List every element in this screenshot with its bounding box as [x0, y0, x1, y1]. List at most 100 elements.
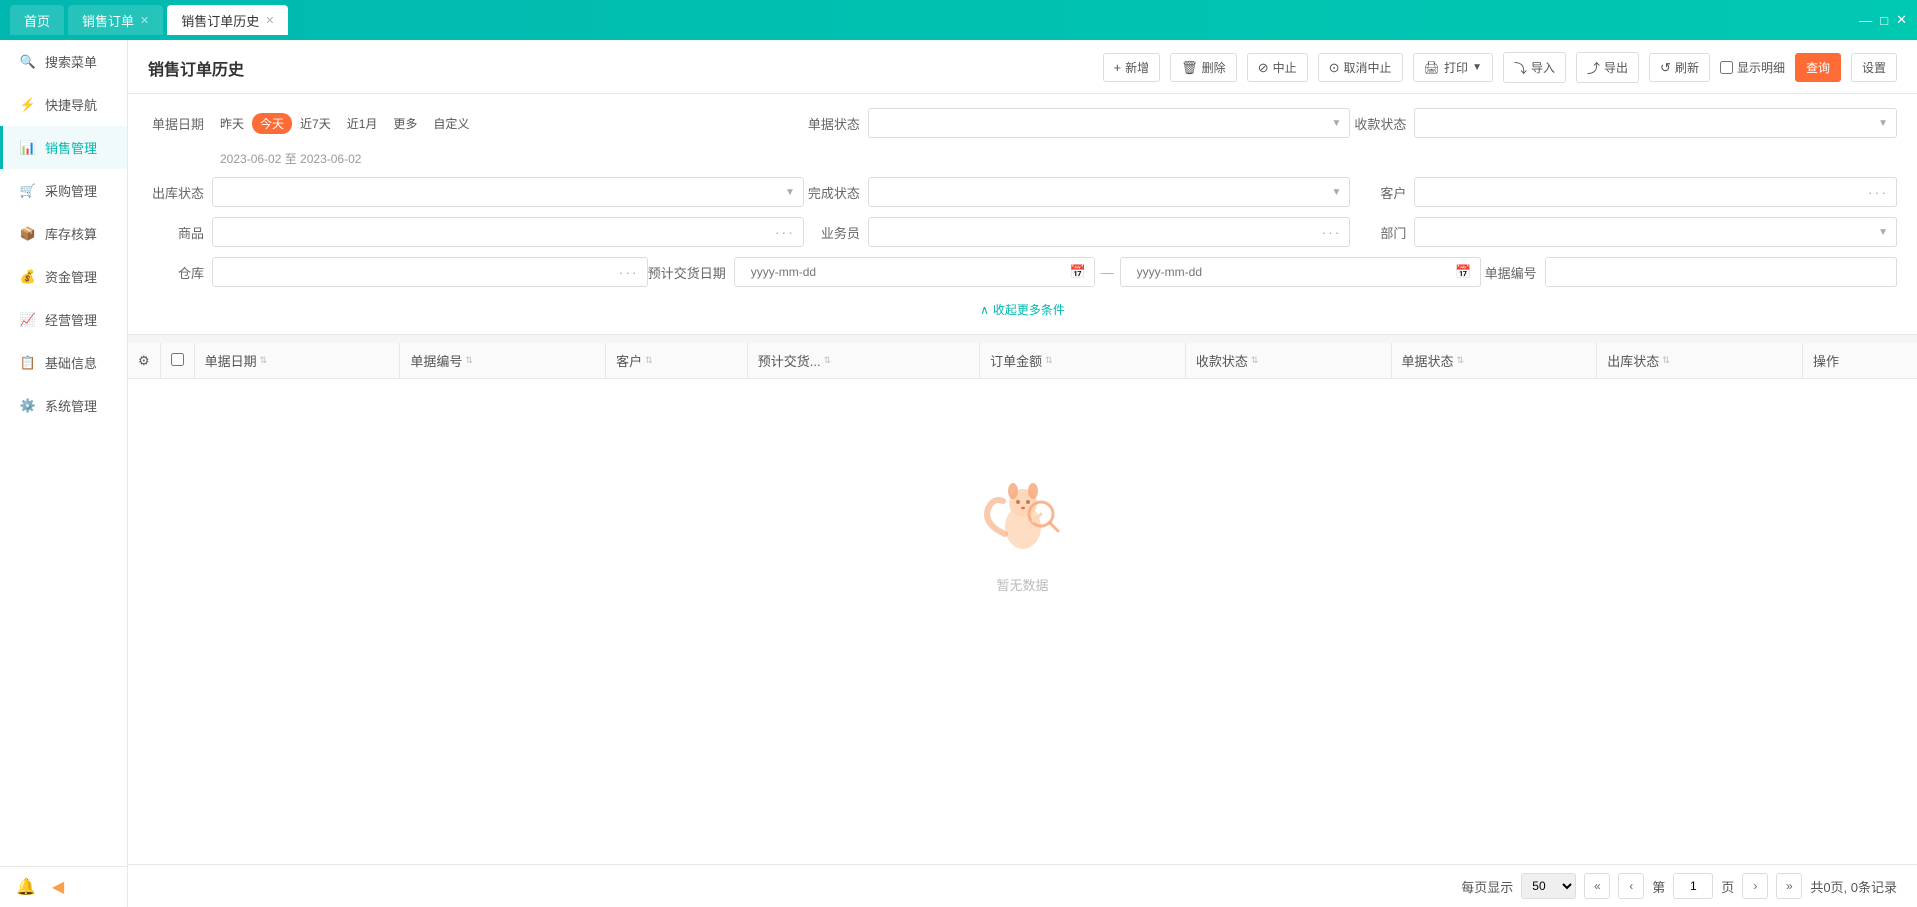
department-select[interactable]: ▼	[1414, 217, 1897, 247]
date-yesterday[interactable]: 昨天	[212, 113, 252, 134]
cancel-stop-label: 取消中止	[1344, 59, 1392, 76]
select-all-checkbox[interactable]	[171, 353, 184, 366]
table-area: ⚙ 单据日期 ⇅ 单据编号	[128, 343, 1917, 864]
tab-sales-order-label: 销售订单	[82, 11, 134, 30]
expected-date-sort-icon: ⇅	[824, 355, 832, 366]
add-button[interactable]: + 新增	[1103, 53, 1161, 82]
sidebar-item-base-info[interactable]: 📋 基础信息	[0, 341, 127, 384]
col-expected-date[interactable]: 预计交货... ⇅	[747, 343, 979, 379]
shipment-status-select[interactable]: ▼	[212, 177, 804, 207]
last-page-icon: »	[1786, 879, 1793, 893]
filter-area: 单据日期 昨天 今天 近7天 近1月 更多 自定义 单据状态	[128, 94, 1917, 335]
sidebar-item-quick-nav[interactable]: ⚡ 快捷导航	[0, 83, 127, 126]
payment-status-chevron: ▼	[1878, 118, 1888, 129]
prev-page-icon: ‹	[1629, 879, 1633, 893]
stop-button[interactable]: ⊘ 中止	[1247, 53, 1308, 82]
tab-home[interactable]: 首页	[10, 5, 64, 35]
tab-home-label: 首页	[24, 11, 50, 30]
customer-sort-icon: ⇅	[645, 355, 653, 366]
filter-expected-date: 预计交货日期 📅 — 📅	[648, 257, 1481, 287]
first-page-button[interactable]: «	[1584, 873, 1610, 899]
finance-icon: 💰	[19, 268, 37, 286]
notification-icon[interactable]: 🔔	[16, 877, 36, 897]
col-order-no[interactable]: 单据编号 ⇅	[400, 343, 606, 379]
customer-input[interactable]	[1423, 178, 1868, 206]
tab-sales-order-history-close[interactable]: ✕	[265, 14, 274, 27]
expected-date-from-input[interactable]	[743, 258, 1070, 286]
date-custom[interactable]: 自定义	[425, 113, 477, 134]
collapse-sidebar-icon[interactable]: ◀	[52, 877, 64, 897]
maximize-btn[interactable]: □	[1880, 13, 1888, 28]
col-payment-status[interactable]: 收款状态 ⇅	[1185, 343, 1391, 379]
col-order-date-label: 单据日期	[205, 351, 257, 370]
sidebar-item-system[interactable]: ⚙️ 系统管理	[0, 384, 127, 427]
order-no-label: 单据编号	[1481, 263, 1537, 282]
order-no-sort-icon: ⇅	[465, 355, 473, 366]
total-records: 共0页, 0条记录	[1810, 877, 1897, 896]
product-more-icon[interactable]: ···	[775, 224, 795, 240]
page-number-input[interactable]	[1673, 873, 1713, 899]
last-page-button[interactable]: »	[1776, 873, 1802, 899]
add-icon: +	[1114, 60, 1122, 75]
collapse-bar[interactable]: ∧ 收起更多条件	[148, 297, 1897, 320]
col-order-status[interactable]: 单据状态 ⇅	[1391, 343, 1597, 379]
import-button[interactable]: ⤵ 导入	[1503, 52, 1566, 83]
per-page-select[interactable]: 50 10 20 100	[1521, 873, 1576, 899]
delete-button[interactable]: 🗑 删除	[1170, 53, 1237, 82]
filter-payment-status: 收款状态 ▼	[1350, 108, 1897, 138]
order-status-select[interactable]: ▼	[868, 108, 1351, 138]
cancel-stop-button[interactable]: ⊙ 取消中止	[1318, 53, 1403, 82]
order-amount-sort-icon: ⇅	[1045, 355, 1053, 366]
payment-status-select[interactable]: ▼	[1414, 108, 1897, 138]
product-input[interactable]	[221, 218, 775, 246]
col-shipment-status[interactable]: 出库状态 ⇅	[1597, 343, 1803, 379]
date-last7[interactable]: 近7天	[292, 113, 339, 134]
completion-status-label: 完成状态	[804, 183, 860, 202]
expected-date-to-input[interactable]	[1129, 258, 1456, 286]
order-no-input[interactable]	[1545, 257, 1897, 287]
col-order-amount[interactable]: 订单金额 ⇅	[980, 343, 1186, 379]
warehouse-more-icon[interactable]: ···	[619, 264, 639, 280]
export-button[interactable]: ⤴ 导出	[1576, 52, 1639, 83]
sidebar-item-inventory[interactable]: 📦 库存核算	[0, 212, 127, 255]
sidebar-item-operations[interactable]: 📈 经营管理	[0, 298, 127, 341]
customer-more-icon[interactable]: ···	[1868, 184, 1888, 200]
sidebar-item-sales[interactable]: 📊 销售管理	[0, 126, 127, 169]
tab-sales-order[interactable]: 销售订单 ✕	[68, 5, 163, 35]
close-btn[interactable]: ✕	[1896, 12, 1907, 28]
minimize-btn[interactable]: —	[1859, 13, 1872, 28]
next-page-button[interactable]: ›	[1742, 873, 1768, 899]
date-more[interactable]: 更多	[385, 113, 425, 134]
calendar-to-icon[interactable]: 📅	[1455, 264, 1471, 280]
warehouse-input[interactable]	[221, 258, 619, 286]
col-operation-label: 操作	[1813, 354, 1839, 369]
col-customer[interactable]: 客户 ⇅	[606, 343, 748, 379]
salesperson-input[interactable]	[877, 218, 1322, 246]
department-chevron: ▼	[1878, 227, 1888, 238]
date-today[interactable]: 今天	[252, 113, 292, 134]
sidebar-item-search[interactable]: 🔍 搜索菜单	[0, 40, 127, 83]
refresh-button[interactable]: ↺ 刷新	[1649, 53, 1710, 82]
display-detail-checkbox[interactable]	[1720, 61, 1733, 74]
calendar-from-icon[interactable]: 📅	[1069, 264, 1085, 280]
completion-status-select[interactable]: ▼	[868, 177, 1351, 207]
salesperson-more-icon[interactable]: ···	[1321, 224, 1341, 240]
prev-page-button[interactable]: ‹	[1618, 873, 1644, 899]
page-title: 销售订单历史	[148, 56, 244, 80]
tab-sales-order-close[interactable]: ✕	[140, 14, 149, 27]
print-button[interactable]: 🖨 打印 ▼	[1413, 53, 1493, 82]
sidebar-item-purchase[interactable]: 🛒 采购管理	[0, 169, 127, 212]
sidebar-item-quick-nav-label: 快捷导航	[45, 95, 97, 114]
print-label: 打印	[1444, 59, 1468, 76]
display-detail-checkbox-label[interactable]: 显示明细	[1720, 59, 1785, 76]
tab-sales-order-history-label: 销售订单历史	[181, 11, 259, 30]
sidebar-item-finance[interactable]: 💰 资金管理	[0, 255, 127, 298]
settings-col-header[interactable]: ⚙	[128, 343, 160, 379]
settings-button[interactable]: 设置	[1851, 53, 1897, 82]
sidebar-item-sales-label: 销售管理	[45, 138, 97, 157]
checkbox-col-header[interactable]	[160, 343, 194, 379]
tab-sales-order-history[interactable]: 销售订单历史 ✕	[167, 5, 288, 35]
query-button[interactable]: 查询	[1795, 53, 1841, 82]
date-last1month[interactable]: 近1月	[339, 113, 386, 134]
col-order-date[interactable]: 单据日期 ⇅	[194, 343, 400, 379]
